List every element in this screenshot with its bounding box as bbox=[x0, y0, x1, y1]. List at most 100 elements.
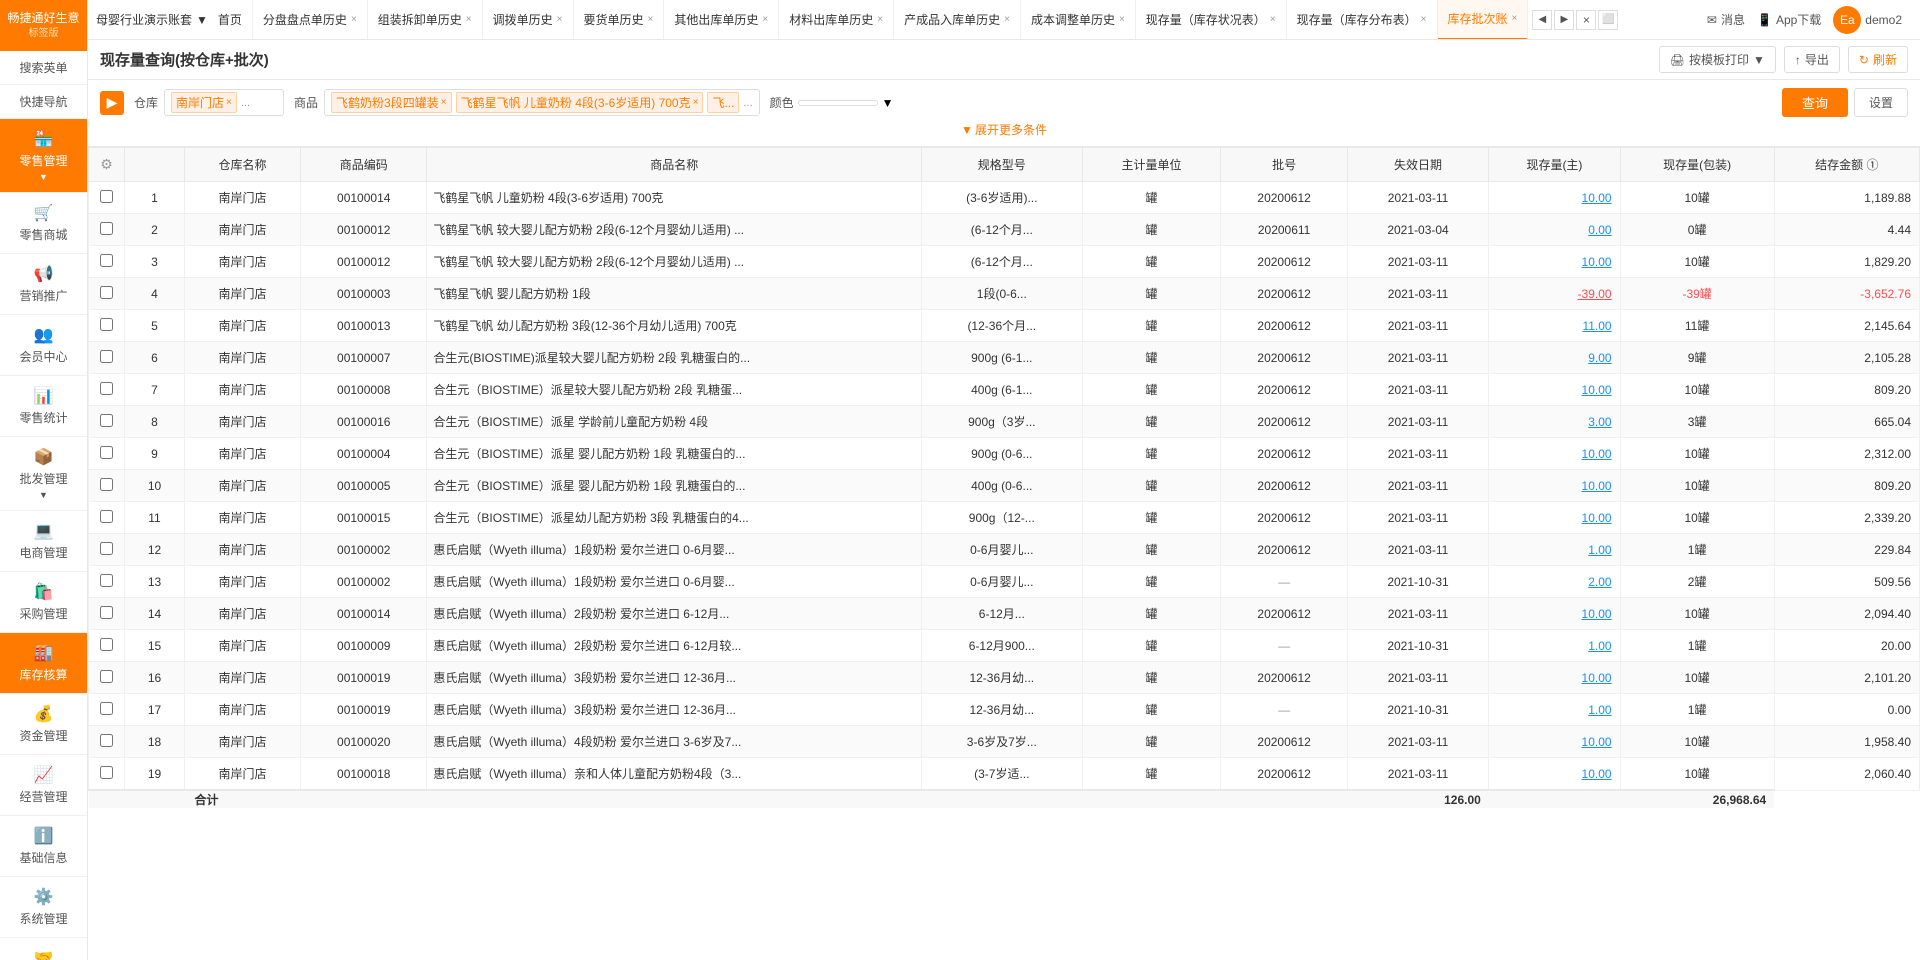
cell-checkbox[interactable] bbox=[89, 534, 125, 566]
cell-qty-main[interactable]: 10.00 bbox=[1489, 246, 1620, 278]
cell-checkbox[interactable] bbox=[89, 438, 125, 470]
close-icon[interactable]: × bbox=[1004, 14, 1010, 25]
cell-qty-main[interactable]: -39.00 bbox=[1489, 278, 1620, 310]
cell-checkbox[interactable] bbox=[89, 694, 125, 726]
cell-checkbox[interactable] bbox=[89, 342, 125, 374]
tab-transfer[interactable]: 调拨单历史 × bbox=[483, 0, 574, 40]
cell-qty-main[interactable]: 10.00 bbox=[1489, 438, 1620, 470]
settings-icon[interactable]: ⚙ bbox=[100, 156, 113, 172]
expand-more-link[interactable]: ▼ 展开更多条件 bbox=[100, 121, 1908, 138]
cell-checkbox[interactable] bbox=[89, 598, 125, 630]
sidebar-item-finance[interactable]: 💰 资金管理 bbox=[0, 694, 87, 755]
sidebar-item-member[interactable]: 👥 会员中心 bbox=[0, 315, 87, 376]
tab-stock-status[interactable]: 现存量（库存状况表） × bbox=[1136, 0, 1287, 40]
cell-qty-main[interactable]: 2.00 bbox=[1489, 566, 1620, 598]
cell-checkbox[interactable] bbox=[89, 406, 125, 438]
tab-outbound[interactable]: 其他出库单历史 × bbox=[664, 0, 779, 40]
cell-checkbox[interactable] bbox=[89, 630, 125, 662]
export-button[interactable]: ↑ 导出 bbox=[1784, 46, 1840, 73]
product-tag-close[interactable]: × bbox=[441, 97, 447, 108]
cell-qty-main[interactable]: 10.00 bbox=[1489, 374, 1620, 406]
warehouse-tag-close[interactable]: × bbox=[226, 97, 232, 108]
sidebar-item-business[interactable]: 📈 经营管理 bbox=[0, 755, 87, 816]
cell-qty-main[interactable]: 1.00 bbox=[1489, 534, 1620, 566]
cell-qty-main[interactable]: 10.00 bbox=[1489, 726, 1620, 758]
color-input[interactable] bbox=[798, 100, 878, 106]
setting-button[interactable]: 设置 bbox=[1854, 88, 1908, 117]
cell-checkbox[interactable] bbox=[89, 246, 125, 278]
app-download-button[interactable]: 📱 App下载 bbox=[1757, 11, 1821, 28]
user-menu[interactable]: Ea demo2 bbox=[1833, 6, 1902, 34]
cell-qty-main[interactable]: 9.00 bbox=[1489, 342, 1620, 374]
product-tag-container[interactable]: 飞鹤奶粉3段四罐装 × 飞鹤星飞帆 儿童奶粉 4段(3-6岁适用) 700克 ×… bbox=[324, 89, 760, 116]
tab-batch[interactable]: 库存批次账 × bbox=[1438, 0, 1529, 40]
close-icon[interactable]: × bbox=[1421, 14, 1427, 25]
cell-qty-main[interactable]: 10.00 bbox=[1489, 182, 1620, 214]
cell-qty-main[interactable]: 0.00 bbox=[1489, 214, 1620, 246]
tab-material[interactable]: 材料出库单历史 × bbox=[779, 0, 894, 40]
cell-expire: 2021-03-11 bbox=[1347, 182, 1489, 214]
maximize-button[interactable]: ⬜ bbox=[1598, 10, 1618, 30]
sidebar-item-ecommerce[interactable]: 💻 电商管理 bbox=[0, 511, 87, 572]
workspace-selector[interactable]: 母婴行业演示账套 ▼ bbox=[96, 11, 208, 28]
sidebar-item-warehouse[interactable]: 🏭 库存核算 bbox=[0, 633, 87, 694]
search-button[interactable]: 查询 bbox=[1782, 88, 1848, 117]
close-tab-button[interactable]: × bbox=[1576, 10, 1596, 30]
cell-checkbox[interactable] bbox=[89, 182, 125, 214]
sidebar-nav-label[interactable]: 快捷导航 bbox=[0, 85, 87, 119]
tab-assemble[interactable]: 组装拆卸单历史 × bbox=[368, 0, 483, 40]
cell-checkbox[interactable] bbox=[89, 278, 125, 310]
cell-checkbox[interactable] bbox=[89, 726, 125, 758]
cell-qty-main[interactable]: 11.00 bbox=[1489, 310, 1620, 342]
sidebar-item-basic[interactable]: ℹ️ 基础信息 bbox=[0, 816, 87, 877]
refresh-button[interactable]: ↻ 刷新 bbox=[1848, 46, 1908, 73]
cell-qty-main[interactable]: 10.00 bbox=[1489, 470, 1620, 502]
cell-checkbox[interactable] bbox=[89, 374, 125, 406]
tab-home[interactable]: 首页 bbox=[208, 0, 253, 40]
tab-cost[interactable]: 成本调整单历史 × bbox=[1021, 0, 1136, 40]
filter-expand-button[interactable]: ▶ bbox=[100, 91, 124, 115]
close-icon[interactable]: × bbox=[648, 14, 654, 25]
sidebar-item-stats[interactable]: 📊 零售统计 bbox=[0, 376, 87, 437]
sidebar-item-retail-mall[interactable]: 🛒 零售商城 bbox=[0, 193, 87, 254]
cell-qty-main[interactable]: 10.00 bbox=[1489, 758, 1620, 791]
product-tag-close[interactable]: × bbox=[693, 97, 699, 108]
cell-qty-main[interactable]: 1.00 bbox=[1489, 630, 1620, 662]
sidebar-item-marketing[interactable]: 📢 营销推广 bbox=[0, 254, 87, 315]
cell-checkbox[interactable] bbox=[89, 310, 125, 342]
close-icon[interactable]: × bbox=[466, 14, 472, 25]
close-icon[interactable]: × bbox=[351, 14, 357, 25]
sidebar-item-enterprise[interactable]: 🤝 企业协同 bbox=[0, 938, 87, 960]
cell-qty-main[interactable]: 10.00 bbox=[1489, 662, 1620, 694]
cell-qty-main[interactable]: 10.00 bbox=[1489, 598, 1620, 630]
close-icon[interactable]: × bbox=[877, 14, 883, 25]
sidebar-item-retail[interactable]: 🏪 零售管理 ▼ bbox=[0, 119, 87, 193]
prev-tab-button[interactable]: ◀ bbox=[1532, 10, 1552, 30]
close-icon[interactable]: × bbox=[1270, 14, 1276, 25]
sidebar-item-system[interactable]: ⚙️ 系统管理 bbox=[0, 877, 87, 938]
close-icon[interactable]: × bbox=[1119, 14, 1125, 25]
close-icon[interactable]: × bbox=[557, 14, 563, 25]
tab-order[interactable]: 要货单历史 × bbox=[574, 0, 665, 40]
sidebar-item-purchase[interactable]: 🛍️ 采购管理 bbox=[0, 572, 87, 633]
tab-stock-dist[interactable]: 现存量（库存分布表） × bbox=[1287, 0, 1438, 40]
sidebar-item-wholesale[interactable]: 📦 批发管理 ▼ bbox=[0, 437, 87, 511]
close-icon[interactable]: × bbox=[762, 14, 768, 25]
template-print-button[interactable]: 🖨 按模板打印 ▼ bbox=[1659, 46, 1776, 73]
sidebar-search[interactable]: 搜索英单 bbox=[0, 51, 87, 85]
cell-checkbox[interactable] bbox=[89, 758, 125, 791]
cell-checkbox[interactable] bbox=[89, 566, 125, 598]
cell-qty-main[interactable]: 3.00 bbox=[1489, 406, 1620, 438]
cell-qty-main[interactable]: 1.00 bbox=[1489, 694, 1620, 726]
close-icon[interactable]: × bbox=[1512, 13, 1518, 24]
warehouse-tag-container[interactable]: 南岸门店 × ... bbox=[164, 89, 284, 116]
cell-qty-main[interactable]: 10.00 bbox=[1489, 502, 1620, 534]
cell-checkbox[interactable] bbox=[89, 502, 125, 534]
cell-checkbox[interactable] bbox=[89, 662, 125, 694]
next-tab-button[interactable]: ▶ bbox=[1554, 10, 1574, 30]
tab-split[interactable]: 分盘盘点单历史 × bbox=[253, 0, 368, 40]
message-button[interactable]: ✉ 消息 bbox=[1707, 11, 1745, 28]
cell-checkbox[interactable] bbox=[89, 214, 125, 246]
cell-checkbox[interactable] bbox=[89, 470, 125, 502]
tab-production[interactable]: 产成品入库单历史 × bbox=[894, 0, 1021, 40]
